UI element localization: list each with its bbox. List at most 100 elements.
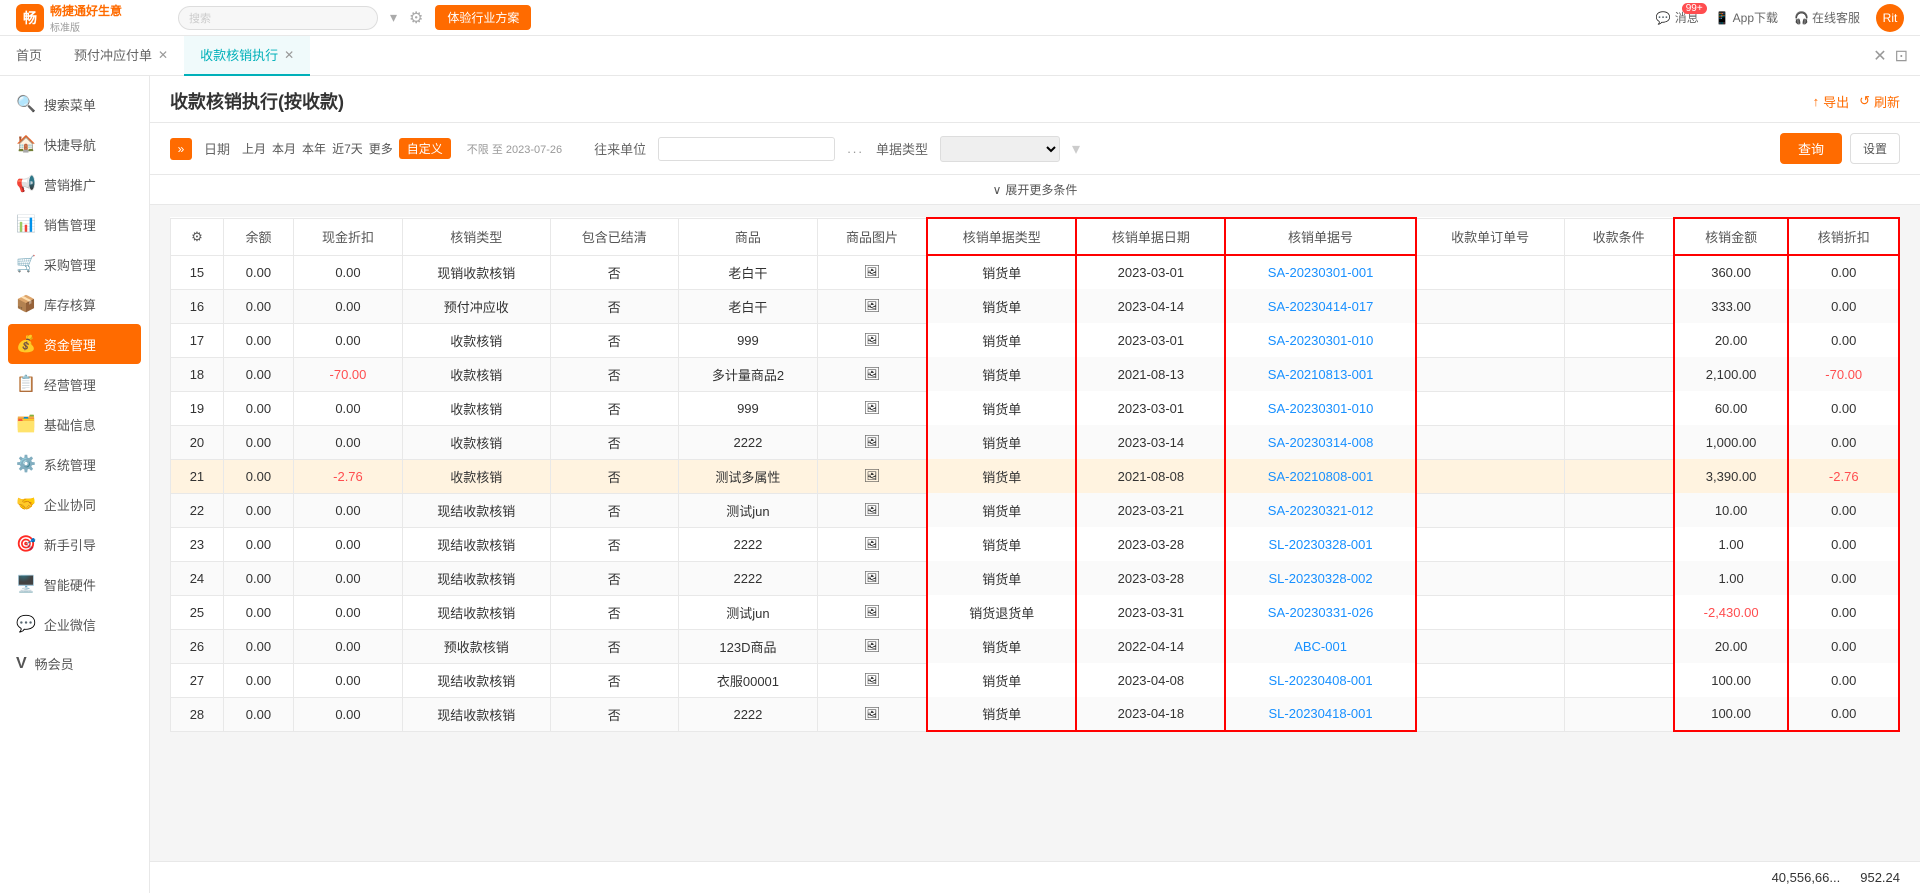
sidebar-item-wechat-label: 企业微信	[44, 615, 96, 634]
sales-icon: 📊	[16, 214, 36, 234]
filter-dots: ...	[847, 141, 864, 156]
sidebar-item-marketing[interactable]: 📢 营销推广	[0, 164, 149, 204]
sidebar-item-hardware[interactable]: 🖥️ 智能硬件	[0, 564, 149, 604]
row-verify-bill-type: 销货单	[927, 663, 1076, 697]
sidebar-item-member[interactable]: V 畅会员	[0, 644, 149, 683]
row-cash-discount: 0.00	[294, 323, 403, 357]
custom-date-btn[interactable]: 自定义	[399, 138, 451, 159]
date-range-display: 不限 至 2023-07-26	[467, 141, 562, 157]
close-verify-tab[interactable]: ✕	[284, 48, 294, 62]
row-receipt-condition	[1564, 357, 1674, 391]
row-include-settled: 否	[550, 663, 678, 697]
last-7-days-btn[interactable]: 近7天	[332, 140, 363, 157]
row-receipt-condition	[1564, 391, 1674, 425]
row-verify-bill-no[interactable]: SL-20230418-001	[1225, 697, 1415, 731]
row-verify-bill-no[interactable]: SA-20210813-001	[1225, 357, 1415, 391]
tab-prepay[interactable]: 预付冲应付单 ✕	[58, 36, 184, 76]
row-verify-discount: -70.00	[1788, 357, 1899, 391]
system-icon: ⚙️	[16, 454, 36, 474]
row-index: 16	[171, 289, 224, 323]
sidebar-item-inventory[interactable]: 📦 库存核算	[0, 284, 149, 324]
row-product-img: 🖼	[817, 561, 927, 595]
row-verify-bill-no[interactable]: SA-20230301-010	[1225, 323, 1415, 357]
th-settings[interactable]: ⚙	[171, 218, 224, 255]
user-avatar[interactable]: Rit	[1876, 4, 1904, 32]
close-prepay-tab[interactable]: ✕	[158, 48, 168, 62]
row-verify-discount: 0.00	[1788, 425, 1899, 459]
row-cash-discount: 0.00	[294, 289, 403, 323]
row-receipt-condition	[1564, 561, 1674, 595]
top-search[interactable]: 搜索	[178, 6, 378, 30]
app-download-link[interactable]: 📱 App下载	[1715, 9, 1778, 26]
row-verify-bill-date: 2023-03-28	[1076, 527, 1225, 561]
row-verify-bill-no[interactable]: ABC-001	[1225, 629, 1415, 663]
row-verify-bill-no[interactable]: SA-20230301-001	[1225, 255, 1415, 289]
voucher-type-select[interactable]	[940, 136, 1060, 162]
sidebar-item-system[interactable]: ⚙️ 系统管理	[0, 444, 149, 484]
sidebar-item-search[interactable]: 🔍 搜索菜单	[0, 84, 149, 124]
filter-arrow-btn[interactable]: »	[170, 138, 192, 160]
row-verify-bill-no[interactable]: SL-20230328-002	[1225, 561, 1415, 595]
row-verify-bill-no[interactable]: SL-20230408-001	[1225, 663, 1415, 697]
row-verify-bill-no[interactable]: SL-20230328-001	[1225, 527, 1415, 561]
dropdown-icon[interactable]: ▾	[390, 9, 397, 26]
sidebar-item-management[interactable]: 📋 经营管理	[0, 364, 149, 404]
sidebar-item-finance[interactable]: 💰 资金管理	[8, 324, 141, 364]
row-product-img: 🖼	[817, 459, 927, 493]
row-verify-bill-type: 销货单	[927, 527, 1076, 561]
this-month-btn[interactable]: 本月	[272, 140, 296, 157]
last-month-btn[interactable]: 上月	[242, 140, 266, 157]
row-verify-bill-date: 2023-03-01	[1076, 323, 1225, 357]
row-verify-amount: 10.00	[1674, 493, 1789, 527]
from-unit-input[interactable]	[658, 137, 835, 161]
refresh-btn[interactable]: ↺ 刷新	[1859, 92, 1900, 111]
th-product-img: 商品图片	[817, 218, 927, 255]
tab-verify[interactable]: 收款核销执行 ✕	[184, 36, 310, 76]
row-cash-discount: -2.76	[294, 459, 403, 493]
row-verify-discount: 0.00	[1788, 493, 1899, 527]
row-include-settled: 否	[550, 459, 678, 493]
row-verify-bill-type: 销货单	[927, 255, 1076, 289]
settings-icon[interactable]: ⚙	[409, 8, 423, 28]
row-verify-type: 预付冲应收	[402, 289, 550, 323]
export-btn[interactable]: ↑ 导出	[1813, 92, 1850, 111]
sidebar-item-nav[interactable]: 🏠 快捷导航	[0, 124, 149, 164]
sidebar-item-collab-label: 企业协同	[44, 495, 96, 514]
row-receipt-condition	[1564, 697, 1674, 731]
row-verify-bill-no[interactable]: SA-20230314-008	[1225, 425, 1415, 459]
sidebar-item-wechat[interactable]: 💬 企业微信	[0, 604, 149, 644]
sidebar-item-purchase[interactable]: 🛒 采购管理	[0, 244, 149, 284]
date-label: 日期	[204, 139, 230, 158]
online-service-link[interactable]: 🎧 在线客服	[1794, 9, 1860, 26]
close-window-icon[interactable]: ✕	[1873, 46, 1886, 66]
industry-solution-btn[interactable]: 体验行业方案	[435, 5, 531, 30]
headset-icon: 🎧	[1794, 11, 1809, 25]
tab-home[interactable]: 首页	[0, 36, 58, 76]
row-verify-bill-no[interactable]: SA-20230321-012	[1225, 493, 1415, 527]
sidebar-item-inventory-label: 库存核算	[44, 295, 96, 314]
row-verify-bill-no[interactable]: SA-20230331-026	[1225, 595, 1415, 629]
sidebar-item-guide[interactable]: 🎯 新手引导	[0, 524, 149, 564]
more-date-btn[interactable]: 更多	[369, 140, 393, 157]
table-settings-btn[interactable]: 设置	[1850, 133, 1900, 164]
expand-conditions-btn[interactable]: ∨ 展开更多条件	[993, 181, 1078, 198]
sidebar-item-collab[interactable]: 🤝 企业协同	[0, 484, 149, 524]
query-btn[interactable]: 查询	[1780, 133, 1842, 164]
row-index: 27	[171, 663, 224, 697]
data-table-container: ⚙ 余额 现金折扣 核销类型 包含已结清 商品 商品图片 核销单据类型 核销单据…	[150, 205, 1920, 861]
row-receipt-condition	[1564, 663, 1674, 697]
maximize-icon[interactable]: ⊡	[1895, 46, 1908, 66]
row-verify-bill-no[interactable]: SA-20230301-010	[1225, 391, 1415, 425]
table-row: 240.000.00现结收款核销否2222🖼销货单2023-03-28SL-20…	[171, 561, 1900, 595]
this-year-btn[interactable]: 本年	[302, 140, 326, 157]
sidebar-item-search-label: 搜索菜单	[44, 95, 96, 114]
sidebar-item-basic[interactable]: 🗂️ 基础信息	[0, 404, 149, 444]
table-row: 260.000.00预收款核销否123D商品🖼销货单2022-04-14ABC-…	[171, 629, 1900, 663]
row-verify-bill-no[interactable]: SA-20230414-017	[1225, 289, 1415, 323]
row-receipt-order-no	[1416, 629, 1564, 663]
row-verify-bill-date: 2023-04-08	[1076, 663, 1225, 697]
message-badge[interactable]: 💬 消息 99+	[1656, 9, 1699, 26]
sidebar-item-sales[interactable]: 📊 销售管理	[0, 204, 149, 244]
row-verify-bill-no[interactable]: SA-20210808-001	[1225, 459, 1415, 493]
row-product-img: 🖼	[817, 527, 927, 561]
